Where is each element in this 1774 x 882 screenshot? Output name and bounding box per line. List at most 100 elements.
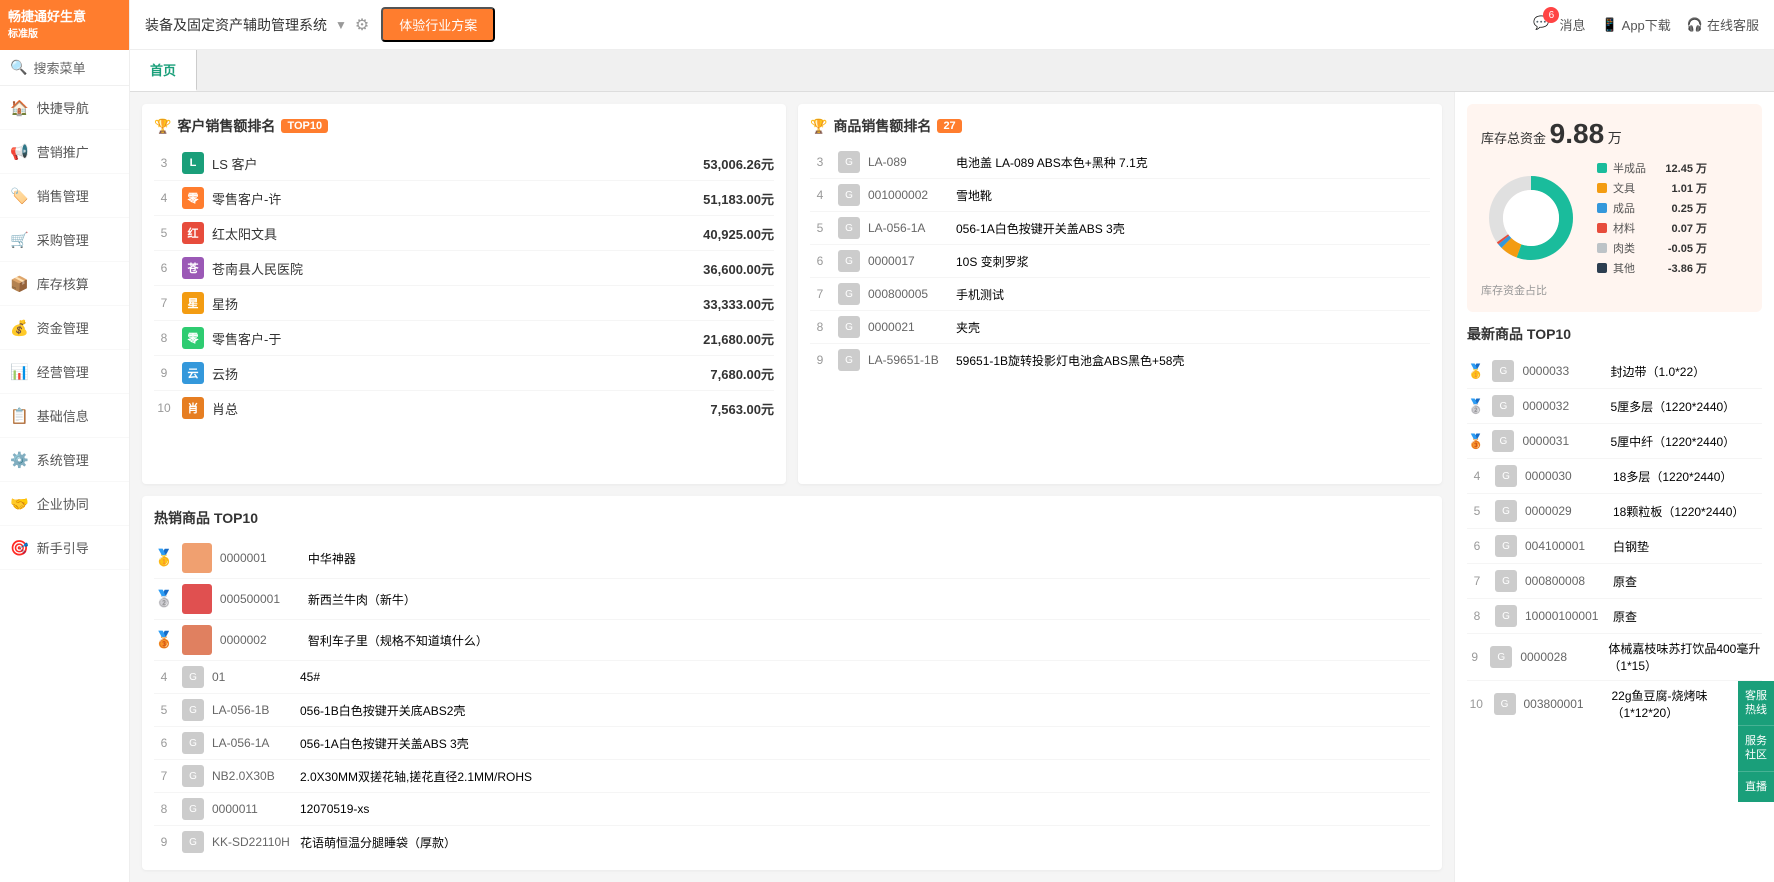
list-item: 7 星 星扬 33,333.00元 [154, 286, 774, 321]
app-logo: 畅捷通好生意 标准版 [0, 0, 129, 50]
list-item: 🥈 G 0000032 5厘多层（1220*2440） [1467, 389, 1762, 424]
sidebar-item-purchase[interactable]: 🛒 采购管理 [0, 218, 129, 262]
trial-button[interactable]: 体验行业方案 [381, 7, 495, 42]
list-item: 5 G LA-056-1B 056-1B白色按键开关底ABS2壳 [154, 694, 1430, 727]
list-item: 3 L LS 客户 53,006.26元 [154, 146, 774, 181]
app-name: 畅捷通好生意 [8, 9, 86, 26]
latest-products-title: 最新商品 TOP10 [1467, 324, 1762, 344]
sidebar-item-sales[interactable]: 🏷️ 销售管理 [0, 174, 129, 218]
product-thumbnail: G [838, 217, 860, 239]
app-download-label: App下载 [1622, 15, 1671, 34]
avatar: 零 [182, 327, 204, 349]
legend-item: 材料 0.07 万 [1597, 220, 1707, 236]
list-item: 4 G 001000002 雪地靴 [810, 179, 1430, 212]
chevron-down-icon: ▼ [335, 18, 347, 32]
sidebar-item-label: 经营管理 [37, 362, 89, 381]
avatar: 零 [182, 187, 204, 209]
product-thumbnail [182, 625, 212, 655]
product-thumbnail: G [838, 151, 860, 173]
finance-icon: 💰 [10, 319, 29, 337]
topbar-right: 💬 6 消息 📱 App下载 🎧 在线客服 [1533, 15, 1759, 34]
list-item: 8 G 10000100001 原查 [1467, 599, 1762, 634]
app-edition: 标准版 [8, 28, 86, 41]
list-item: 6 G LA-056-1A 056-1A白色按键开关盖ABS 3壳 [154, 727, 1430, 760]
sidebar-item-quicknav[interactable]: 🏠 快捷导航 [0, 86, 129, 130]
tab-home[interactable]: 首页 [130, 50, 197, 91]
inventory-ratio-label: 库存资金占比 [1481, 282, 1748, 298]
product-thumbnail: G [1494, 693, 1516, 715]
search-icon: 🔍 [10, 59, 27, 76]
product-thumbnail: G [182, 732, 204, 754]
list-item: 5 G 0000029 18颗粒板（1220*2440） [1467, 494, 1762, 529]
list-item: 8 G 0000011 12070519-xs [154, 793, 1430, 826]
list-item: 3 G LA-089 电池盖 LA-089 ABS本色+黑种 7.1克 [810, 146, 1430, 179]
collab-icon: 🤝 [10, 495, 29, 513]
product-thumbnail: G [1492, 360, 1514, 382]
list-item: 6 G 0000017 10S 变刺罗浆 [810, 245, 1430, 278]
donut-chart [1481, 168, 1581, 268]
product-thumbnail: G [1492, 430, 1514, 452]
sidebar-item-inventory[interactable]: 📦 库存核算 [0, 262, 129, 306]
customer-service-button[interactable]: 客服热线 [1738, 681, 1774, 727]
service-community-button[interactable]: 服务社区 [1738, 726, 1774, 772]
list-item: 9 云 云扬 7,680.00元 [154, 356, 774, 391]
sidebar-item-marketing[interactable]: 📢 营销推广 [0, 130, 129, 174]
list-item: 8 零 零售客户-于 21,680.00元 [154, 321, 774, 356]
live-broadcast-button[interactable]: 直播 [1738, 772, 1774, 802]
sidebar-item-guide[interactable]: 🎯 新手引导 [0, 526, 129, 570]
sidebar-nav: 🏠 快捷导航 📢 营销推广 🏷️ 销售管理 🛒 采购管理 📦 库存核算 💰 资金… [0, 86, 129, 882]
notification-label: 消息 [1559, 15, 1585, 34]
legend-item: 半成品 12.45 万 [1597, 160, 1707, 176]
left-mid-panel: 🏆 客户销售额排名 TOP10 3 L LS 客户 53,006.26元 4 零 [130, 92, 1454, 882]
operations-icon: 📊 [10, 363, 29, 381]
list-item: 8 G 0000021 夹壳 [810, 311, 1430, 344]
top-selling-title: 🏆 商品销售额排名 27 [810, 116, 1430, 136]
sidebar-item-label: 营销推广 [37, 142, 89, 161]
right-panel: 库存总资金 9.88 万 [1454, 92, 1774, 882]
guide-icon: 🎯 [10, 539, 29, 557]
product-thumbnail: G [838, 349, 860, 371]
rank3-trophy: 🥉 [154, 630, 174, 650]
gear-icon[interactable]: ⚙ [355, 15, 369, 35]
sidebar: 畅捷通好生意 标准版 🔍 搜索菜单 🏠 快捷导航 📢 营销推广 🏷️ 销售管理 … [0, 0, 130, 882]
inventory-unit: 万 [1608, 130, 1622, 146]
search-menu[interactable]: 🔍 搜索菜单 [0, 50, 129, 86]
notification-badge: 6 [1543, 7, 1559, 23]
app-download-button[interactable]: 📱 App下载 [1601, 15, 1670, 34]
main-area: 装备及固定资产辅助管理系统 ▼ ⚙ 体验行业方案 💬 6 消息 📱 App下载 … [130, 0, 1774, 882]
online-service-label: 在线客服 [1707, 15, 1759, 34]
list-item: 🥇 0000001 中华神器 [154, 538, 1430, 579]
list-item: 7 G NB2.0X30B 2.0X30MM双搓花轴,搓花直径2.1MM/ROH… [154, 760, 1430, 793]
system-icon: ⚙️ [10, 451, 29, 469]
product-thumbnail: G [1495, 535, 1517, 557]
product-thumbnail: G [838, 184, 860, 206]
online-service-button[interactable]: 🎧 在线客服 [1687, 15, 1759, 34]
sidebar-item-system[interactable]: ⚙️ 系统管理 [0, 438, 129, 482]
avatar: 肖 [182, 397, 204, 419]
product-thumbnail: G [1495, 465, 1517, 487]
sidebar-item-operations[interactable]: 📊 经营管理 [0, 350, 129, 394]
list-item: 9 G 0000028 体械嘉枝味苏打饮品400毫升（1*15） [1467, 634, 1762, 681]
system-selector[interactable]: 装备及固定资产辅助管理系统 ▼ [145, 15, 347, 35]
sidebar-item-label: 资金管理 [37, 318, 89, 337]
list-item: 4 零 零售客户-许 51,183.00元 [154, 181, 774, 216]
product-thumbnail: G [182, 831, 204, 853]
product-thumbnail: G [1495, 570, 1517, 592]
avatar: 云 [182, 362, 204, 384]
sidebar-item-label: 库存核算 [37, 274, 89, 293]
inventory-card: 库存总资金 9.88 万 [1467, 104, 1762, 312]
notifications-button[interactable]: 💬 6 消息 [1533, 15, 1585, 34]
list-item: 🥇 G 0000033 封边带（1.0*22） [1467, 354, 1762, 389]
sidebar-item-collab[interactable]: 🤝 企业协同 [0, 482, 129, 526]
list-item: 9 G LA-59651-1B 59651-1B旋转投影灯电池盒ABS黑色+58… [810, 344, 1430, 376]
list-item: 4 G 0000030 18多层（1220*2440） [1467, 459, 1762, 494]
purchase-icon: 🛒 [10, 231, 29, 249]
sidebar-item-label: 新手引导 [37, 538, 89, 557]
list-item: 7 G 000800005 手机测试 [810, 278, 1430, 311]
sidebar-item-label: 企业协同 [37, 494, 89, 513]
inventory-amount: 9.88 [1550, 118, 1605, 149]
headset-icon: 🎧 [1687, 17, 1703, 33]
sidebar-item-finance[interactable]: 💰 资金管理 [0, 306, 129, 350]
product-thumbnail: G [838, 250, 860, 272]
sidebar-item-basics[interactable]: 📋 基础信息 [0, 394, 129, 438]
